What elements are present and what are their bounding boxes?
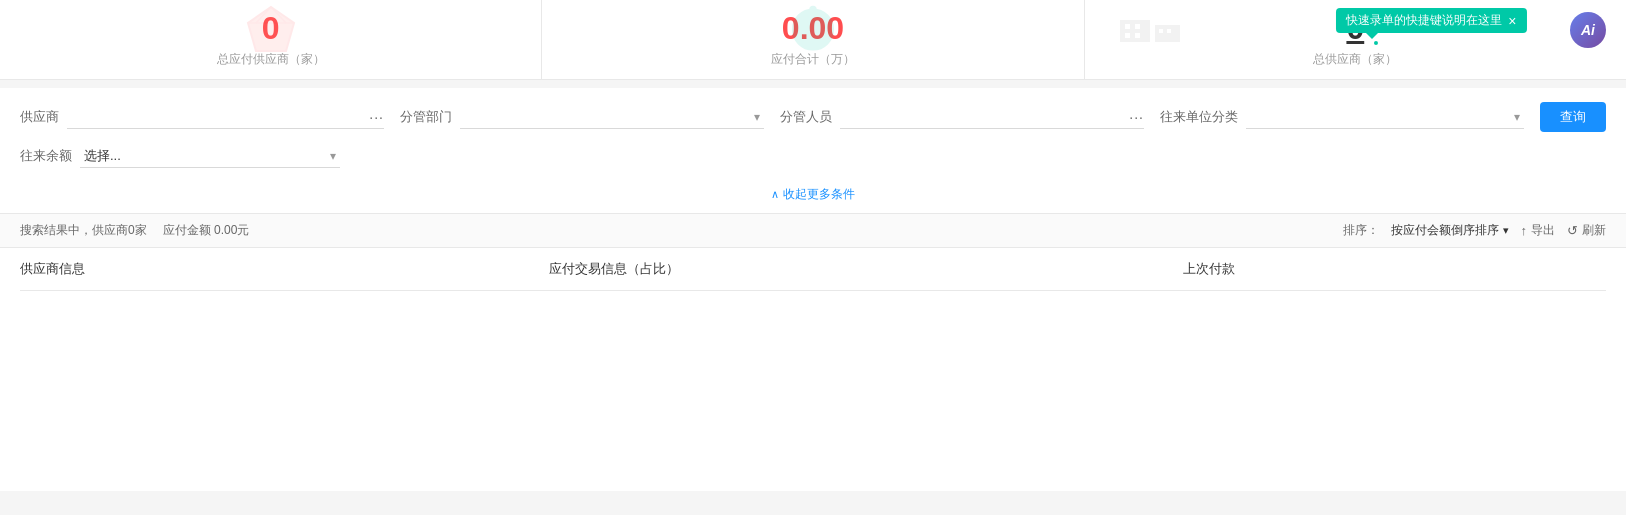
person-input-wrap: ··· (840, 105, 1144, 129)
department-select[interactable] (464, 109, 760, 124)
department-label: 分管部门 (400, 108, 452, 126)
svg-rect-15 (1159, 29, 1163, 33)
svg-rect-10 (1125, 24, 1130, 29)
col-header-payable: 应付交易信息（占比） (549, 260, 1183, 278)
svg-rect-9 (1120, 20, 1150, 42)
collapse-label: 收起更多条件 (783, 186, 855, 203)
sort-option-label: 按应付会额倒序排序 (1391, 222, 1499, 239)
piggy-icon (785, 2, 840, 57)
export-button[interactable]: ↑ 导出 (1521, 222, 1556, 239)
table-section: 供应商信息 应付交易信息（占比） 上次付款 (0, 248, 1626, 491)
svg-point-6 (818, 21, 824, 27)
category-select[interactable] (1250, 109, 1520, 124)
category-field: 往来单位分类 ▾ (1160, 105, 1524, 129)
svg-rect-11 (1135, 24, 1140, 29)
svg-rect-12 (1125, 33, 1130, 38)
tooltip-close-btn[interactable]: × (1508, 14, 1516, 28)
refresh-button[interactable]: ↺ 刷新 (1567, 222, 1606, 239)
col-header-supplier: 供应商信息 (20, 260, 549, 278)
svg-rect-14 (1155, 25, 1180, 42)
svg-point-7 (809, 6, 816, 13)
export-icon: ↑ (1521, 223, 1528, 238)
svg-rect-13 (1135, 33, 1140, 38)
department-select-wrap[interactable]: ▾ (460, 105, 764, 129)
tooltip-text: 快速录单的快捷键说明在这里 (1346, 12, 1502, 29)
result-bar-left: 搜索结果中，供应商0家 应付金额 0.00元 (20, 222, 249, 239)
category-label: 往来单位分类 (1160, 108, 1238, 126)
search-button[interactable]: 查询 (1540, 102, 1606, 132)
search-row-1: 供应商 ··· 分管部门 ▾ 分管人员 ··· (20, 102, 1606, 132)
diamond-icon (246, 5, 296, 55)
collapse-row: ∧ 收起更多条件 (20, 180, 1606, 213)
svg-marker-0 (248, 7, 294, 51)
person-field: 分管人员 ··· (780, 105, 1144, 129)
stat-payable-total: 0.00 应付合计（万） (542, 0, 1084, 79)
supplier-dots-btn[interactable]: ··· (369, 109, 384, 125)
tooltip-dot (1372, 39, 1380, 47)
svg-point-5 (803, 21, 809, 27)
stat-total-payable-suppliers: 0 总应付供应商（家） (0, 0, 542, 79)
person-input[interactable] (840, 105, 1144, 129)
svg-rect-16 (1167, 29, 1171, 33)
total-suppliers-label: 总供应商（家） (1313, 51, 1397, 68)
supplier-count-label: 搜索结果中，供应商0家 (20, 222, 147, 239)
supplier-label: 供应商 (20, 108, 59, 126)
building-icon (1115, 15, 1195, 45)
refresh-label: 刷新 (1582, 222, 1606, 239)
person-dots-btn[interactable]: ··· (1129, 109, 1144, 125)
supplier-field: 供应商 ··· (20, 105, 384, 129)
search-section: 供应商 ··· 分管部门 ▾ 分管人员 ··· (0, 88, 1626, 214)
refresh-icon: ↺ (1567, 223, 1578, 238)
collapse-chevron-icon: ∧ (771, 188, 779, 201)
stat-total-suppliers: 快速录单的快捷键说明在这里 × 0 总供应商（家） Ai (1085, 0, 1626, 79)
supplier-input-wrap: ··· (67, 105, 384, 129)
supplier-input[interactable] (67, 105, 384, 129)
collapse-button[interactable]: ∧ 收起更多条件 (771, 186, 855, 203)
balance-select-wrap[interactable]: 选择... ▾ (80, 144, 340, 168)
sort-prefix: 排序： (1343, 222, 1379, 239)
category-select-wrap[interactable]: ▾ (1246, 105, 1524, 129)
result-bar: 搜索结果中，供应商0家 应付金额 0.00元 排序： 按应付会额倒序排序 ▾ ↑… (0, 214, 1626, 248)
sort-chevron-icon: ▾ (1503, 224, 1509, 237)
export-label: 导出 (1531, 222, 1555, 239)
table-header: 供应商信息 应付交易信息（占比） 上次付款 (20, 248, 1606, 291)
sort-select[interactable]: 按应付会额倒序排序 ▾ (1391, 222, 1509, 239)
ai-badge[interactable]: Ai (1570, 12, 1606, 48)
balance-select[interactable]: 选择... (84, 148, 336, 163)
tooltip-bubble: 快速录单的快捷键说明在这里 × (1336, 8, 1526, 33)
stats-bar: 0 总应付供应商（家） 0.00 应付合计（万） (0, 0, 1626, 80)
person-label: 分管人员 (780, 108, 832, 126)
department-field: 分管部门 ▾ (400, 105, 764, 129)
payable-amount-label: 应付金额 0.00元 (163, 222, 250, 239)
table-body (20, 291, 1606, 491)
result-bar-right: 排序： 按应付会额倒序排序 ▾ ↑ 导出 ↺ 刷新 (1343, 222, 1607, 239)
balance-label: 往来余额 (20, 147, 72, 165)
search-row-2: 往来余额 选择... ▾ (20, 144, 340, 168)
col-header-last-payment: 上次付款 (1183, 260, 1606, 278)
balance-field: 往来余额 选择... ▾ (20, 144, 340, 168)
